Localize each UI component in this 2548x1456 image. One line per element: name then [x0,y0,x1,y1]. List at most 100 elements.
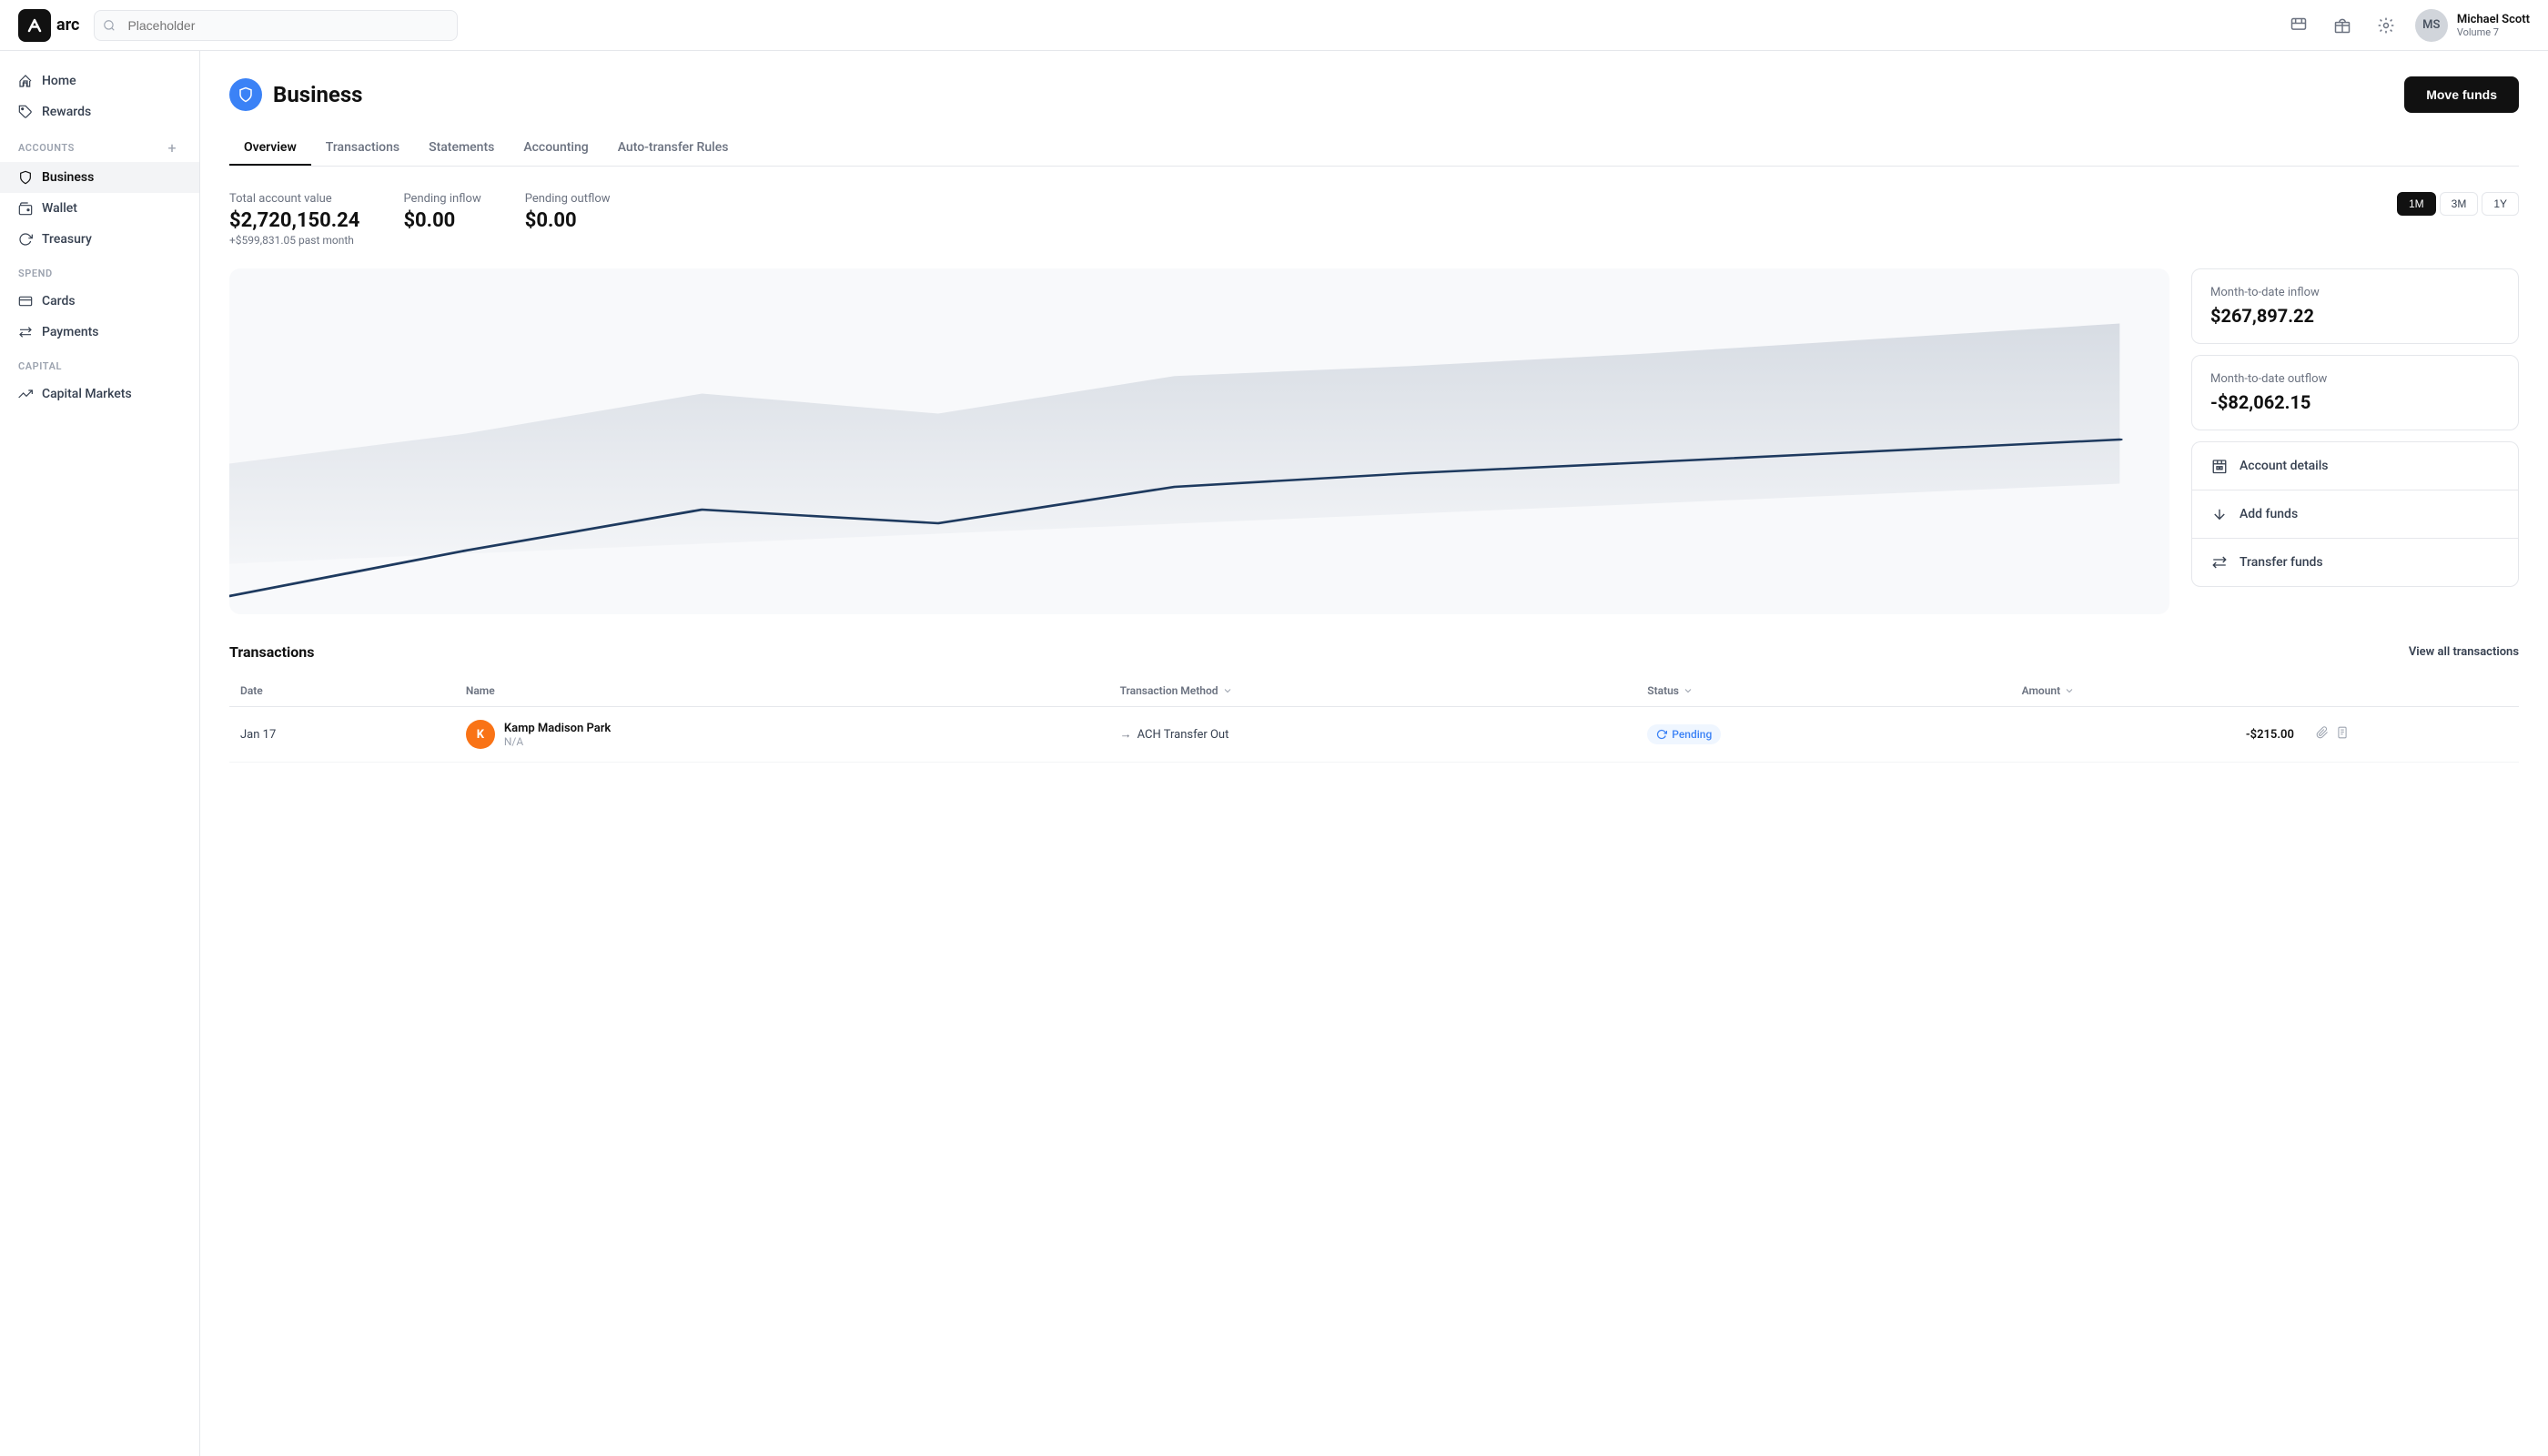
col-name: Name [455,675,1109,707]
gift-icon[interactable] [2328,11,2357,40]
outflow-panel-value: -$82,062.15 [2210,391,2500,413]
transactions-header: Transactions View all transactions [229,643,2519,661]
tx-date: Jan 17 [229,707,455,763]
logo-text: arc [56,15,79,35]
capital-section: Capital [0,348,199,379]
view-all-transactions-link[interactable]: View all transactions [2409,645,2519,659]
status-badge: Pending [1647,724,1721,744]
side-panels: Month-to-date inflow $267,897.22 Month-t… [2191,268,2519,614]
sidebar-item-wallet[interactable]: Wallet [0,193,199,224]
sidebar-item-capital-markets[interactable]: Capital Markets [0,379,199,410]
sidebar: Home Rewards Accounts + Business Wallet … [0,51,200,1456]
search-icon [103,19,116,32]
sidebar-item-rewards[interactable]: Rewards [0,96,199,127]
table-row: Jan 17 K Kamp Madison Park N/A [229,707,2519,763]
transactions-header-row: Date Name Transaction Method [229,675,2519,707]
tab-statements[interactable]: Statements [414,131,509,166]
transactions-table-head: Date Name Transaction Method [229,675,2519,707]
inflow-panel-label: Month-to-date inflow [2210,286,2500,299]
tab-accounting[interactable]: Accounting [509,131,602,166]
action-account-details-label: Account details [2240,459,2329,473]
tabs: Overview Transactions Statements Account… [229,131,2519,167]
app-layout: arc [0,0,2548,1456]
logo-icon [18,9,51,42]
user-info[interactable]: MS Michael Scott Volume 7 [2415,9,2530,42]
sidebar-accounts-section: Accounts + [0,127,199,162]
outflow-panel: Month-to-date outflow -$82,062.15 [2191,355,2519,430]
transactions-title: Transactions [229,643,315,661]
sidebar-item-label-payments: Payments [42,325,99,339]
overview-grid: Month-to-date inflow $267,897.22 Month-t… [229,268,2519,614]
page-icon [229,78,262,111]
sidebar-item-home[interactable]: Home [0,66,199,96]
sidebar-item-treasury[interactable]: Treasury [0,224,199,255]
arrow-right-icon: → [1120,727,1132,742]
document-icon[interactable] [2336,726,2349,743]
action-account-details[interactable]: Account details [2192,442,2518,490]
tab-overview[interactable]: Overview [229,131,311,166]
tab-auto-transfer[interactable]: Auto-transfer Rules [603,131,743,166]
sidebar-item-label-home: Home [42,74,76,88]
tx-method: → ACH Transfer Out [1109,707,1637,763]
transactions-table-body: Jan 17 K Kamp Madison Park N/A [229,707,2519,763]
time-filter-1y[interactable]: 1Y [2482,192,2519,216]
tab-transactions[interactable]: Transactions [311,131,414,166]
stat-inflow-value: $0.00 [403,209,480,232]
building-icon [2210,457,2229,475]
move-funds-button[interactable]: Move funds [2404,76,2519,113]
action-add-funds[interactable]: Add funds [2192,490,2518,539]
search-input[interactable] [94,10,458,41]
sidebar-item-label-cards: Cards [42,294,76,308]
add-account-button[interactable]: + [163,138,181,157]
main-area: Home Rewards Accounts + Business Wallet … [0,51,2548,1456]
outflow-panel-label: Month-to-date outflow [2210,372,2500,386]
capital-section-label: Capital [18,360,62,372]
user-subtitle: Volume 7 [2457,26,2530,38]
tx-amount: -$215.00 [2011,707,2305,763]
sidebar-item-payments[interactable]: Payments [0,317,199,348]
stat-outflow-label: Pending outflow [525,192,611,206]
accounts-section-label: Accounts [18,142,75,154]
stat-outflow-value: $0.00 [525,209,611,232]
shield-icon [18,170,33,185]
logo: arc [18,9,79,42]
settings-icon[interactable] [2371,11,2401,40]
col-amount: Amount [2011,675,2305,707]
time-filter-3m[interactable]: 3M [2440,192,2479,216]
action-transfer-funds-label: Transfer funds [2240,555,2323,570]
stat-change-amount: +$599,831.05 [229,234,296,247]
search-bar [94,10,458,41]
inflow-panel: Month-to-date inflow $267,897.22 [2191,268,2519,344]
transactions-section: Transactions View all transactions Date … [229,643,2519,763]
refresh-icon [18,232,33,247]
tx-avatar: K [466,720,495,749]
credit-card-icon [18,294,33,308]
chart-container [229,268,2169,614]
stat-total-value: $2,720,150.24 [229,209,359,232]
tx-actions [2305,707,2519,763]
action-transfer-funds[interactable]: Transfer funds [2192,539,2518,586]
messages-icon[interactable] [2284,11,2313,40]
wallet-icon [18,201,33,216]
stat-change: +$599,831.05 past month [229,234,359,247]
sidebar-item-business[interactable]: Business [0,162,199,193]
stat-total-label: Total account value [229,192,359,206]
sidebar-item-label-treasury: Treasury [42,232,92,247]
action-add-funds-label: Add funds [2240,507,2298,521]
trending-up-icon [18,387,33,401]
user-name: Michael Scott [2457,13,2530,26]
time-filter-1m[interactable]: 1M [2397,192,2436,216]
stat-total-account-value: Total account value $2,720,150.24 +$599,… [229,192,359,247]
sidebar-item-cards[interactable]: Cards [0,286,199,317]
attachment-icon[interactable] [2316,726,2329,743]
user-text: Michael Scott Volume 7 [2457,13,2530,38]
tx-method-label: ACH Transfer Out [1138,728,1229,742]
home-icon [18,74,33,88]
time-filters: 1M 3M 1Y [2397,192,2519,216]
arrows-icon [18,325,33,339]
stat-inflow-label: Pending inflow [403,192,480,206]
stats-row: Total account value $2,720,150.24 +$599,… [229,192,2519,247]
stat-pending-inflow: Pending inflow $0.00 [403,192,480,232]
spend-section: Spend [0,255,199,286]
action-panel: Account details Add funds [2191,441,2519,587]
